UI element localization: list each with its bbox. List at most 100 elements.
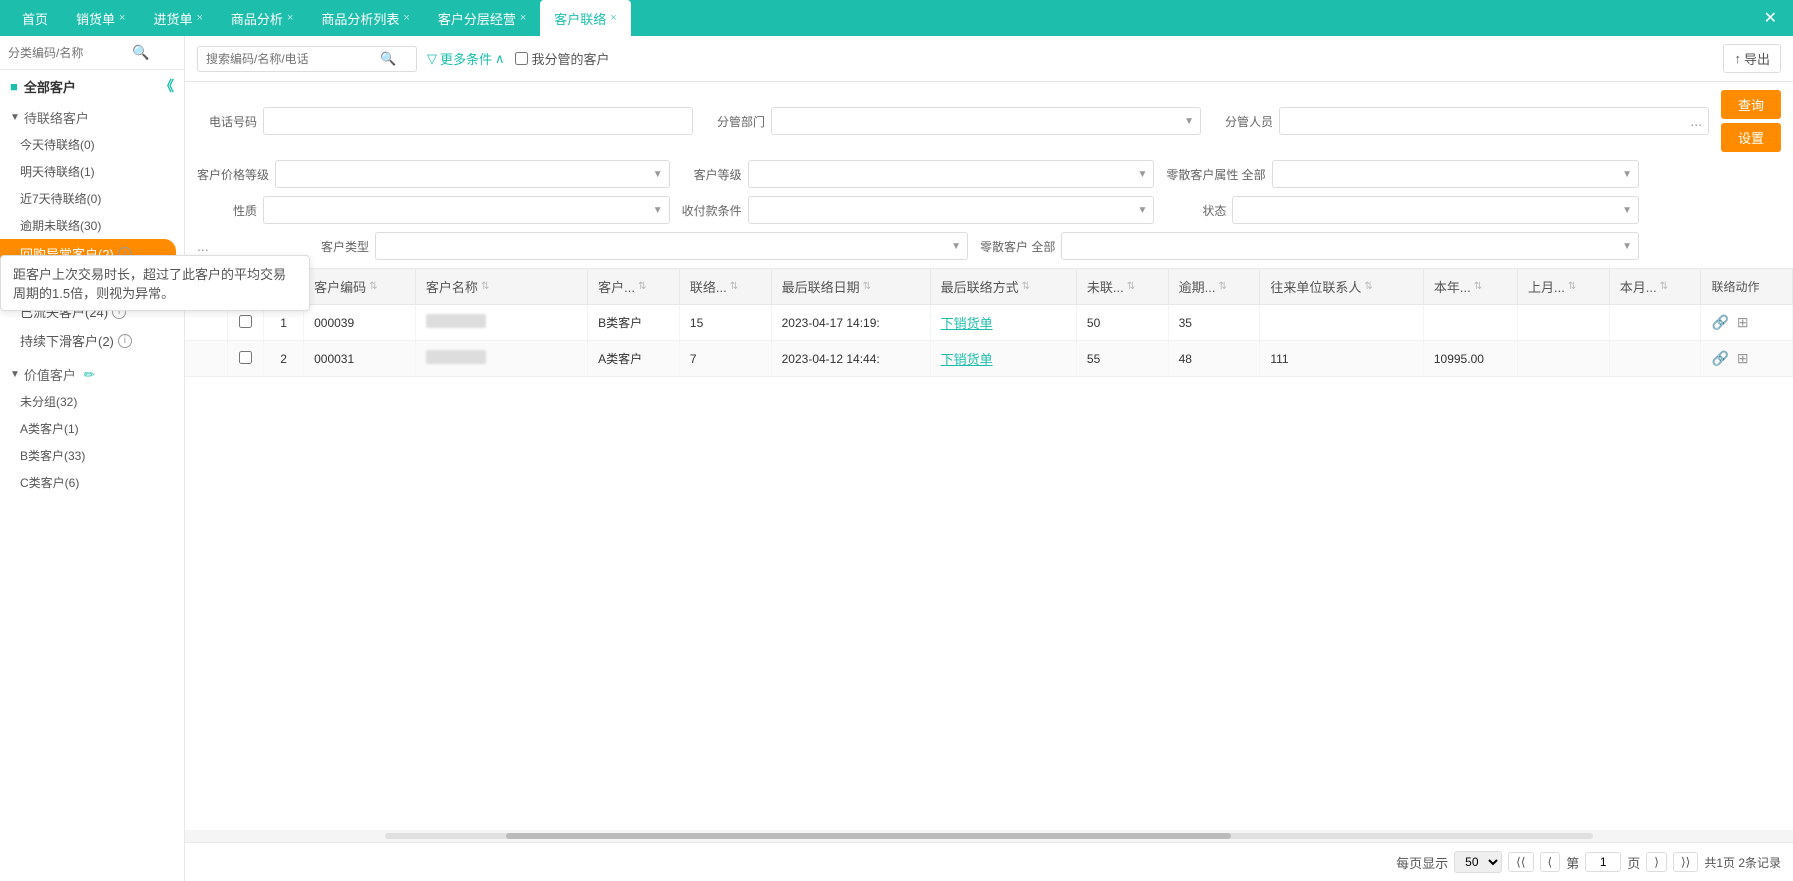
col-no-contact[interactable]: 未联... ⇅ (1076, 269, 1168, 305)
my-customers-checkbox-label[interactable]: 我分管的客户 (515, 49, 610, 68)
nav-close-product-analysis[interactable]: × (287, 12, 293, 24)
sort-last-method-icon[interactable]: ⇅ (1022, 281, 1030, 292)
filter-nature-select[interactable]: ▼ (263, 196, 670, 224)
export-btn[interactable]: ↑ 导出 (1723, 44, 1781, 73)
sidebar-collapse-btn[interactable]: 《 (160, 76, 174, 96)
row2-last-month (1518, 341, 1610, 377)
filter-price-level-select[interactable]: ▼ (275, 160, 670, 188)
col-name[interactable]: 客户名称 ⇅ (415, 269, 587, 305)
sort-this-year-icon[interactable]: ⇅ (1474, 281, 1482, 292)
nav-close-contact[interactable]: × (610, 12, 616, 24)
row1-last-method[interactable]: 下销货单 (930, 305, 1076, 341)
filter-retail-customer-select[interactable]: ▼ (1061, 232, 1639, 260)
query-btn[interactable]: 查询 (1721, 90, 1781, 119)
nav-window-close[interactable]: ✕ (1756, 8, 1785, 28)
next-page-btn[interactable]: ⟩ (1646, 852, 1667, 872)
nav-close-sales[interactable]: × (119, 12, 125, 24)
sidebar-group-pending[interactable]: ▼ 待联络客户 (0, 102, 184, 131)
sort-no-contact-icon[interactable]: ⇅ (1127, 281, 1135, 292)
row2-method-link[interactable]: 下销货单 (941, 352, 993, 367)
nav-product-analysis[interactable]: 商品分析 × (217, 0, 307, 36)
filter-retail-attr-select[interactable]: ▼ (1272, 160, 1639, 188)
last-page-btn[interactable]: ⟩⟩ (1673, 852, 1698, 872)
sidebar-item-today[interactable]: 今天待联络(0) (0, 131, 184, 158)
sidebar-all-customers[interactable]: ■ 全部客户 《 (0, 70, 184, 102)
col-code[interactable]: 客户编码 ⇅ (304, 269, 416, 305)
sort-this-month-icon[interactable]: ⇅ (1660, 281, 1668, 292)
filter-person-select[interactable]: ... (1279, 107, 1709, 135)
filter-row-1: 电话号码 分管部门 ▼ 分管人员 ... (197, 90, 1781, 152)
sort-name-icon[interactable]: ⇅ (481, 281, 489, 292)
nav-close-segmentation[interactable]: × (520, 12, 526, 24)
row2-contact-count: 7 (679, 341, 771, 377)
prev-page-btn[interactable]: ⟨ (1540, 852, 1561, 872)
nav-home[interactable]: 首页 (8, 0, 62, 36)
col-type[interactable]: 客户... ⇅ (588, 269, 680, 305)
col-last-method[interactable]: 最后联络方式 ⇅ (930, 269, 1076, 305)
nav-customer-contact[interactable]: 客户联络 × (540, 0, 630, 36)
main-search-icon[interactable]: 🔍 (380, 51, 396, 67)
col-contact-count[interactable]: 联络... ⇅ (679, 269, 771, 305)
col-this-month[interactable]: 本月... ⇅ (1609, 269, 1701, 305)
per-page-select[interactable]: 50 (1454, 851, 1502, 873)
col-last-date[interactable]: 最后联络日期 ⇅ (771, 269, 930, 305)
horizontal-scrollbar[interactable] (185, 830, 1793, 842)
sidebar-item-declining[interactable]: 持续下滑客户(2) i (0, 326, 184, 355)
sidebar-item-7days[interactable]: 近7天待联络(0) (0, 185, 184, 212)
sidebar-group-value[interactable]: ▼ 价值客户 ✏ (0, 359, 184, 388)
filter-customer-type-select[interactable]: ▼ (375, 232, 968, 260)
sort-type-icon[interactable]: ⇅ (638, 281, 646, 292)
filter-extra-dots-icon[interactable]: ... (197, 238, 209, 254)
row2-last-method[interactable]: 下销货单 (930, 341, 1076, 377)
nav-sales-order[interactable]: 销货单 × (62, 0, 139, 36)
sidebar-item-class-b[interactable]: B类客户(33) (0, 442, 184, 469)
sort-code-icon[interactable]: ⇅ (369, 281, 377, 292)
filter-phone-input[interactable] (263, 107, 693, 135)
sort-last-month-icon[interactable]: ⇅ (1568, 281, 1576, 292)
dots-person-icon[interactable]: ... (1690, 113, 1702, 129)
nav-product-analysis-list[interactable]: 商品分析列表 × (307, 0, 423, 36)
sort-overdue-icon[interactable]: ⇅ (1218, 281, 1226, 292)
sidebar-search-icon[interactable]: 🔍 (132, 44, 149, 61)
sidebar-item-overdue[interactable]: 逾期未联络(30) (0, 212, 184, 239)
sort-contact-person-icon[interactable]: ⇅ (1364, 281, 1372, 292)
nav-purchase-order[interactable]: 进货单 × (139, 0, 216, 36)
first-page-btn[interactable]: ⟨⟨ (1508, 852, 1533, 872)
page-number-input[interactable] (1585, 852, 1621, 872)
col-this-year[interactable]: 本年... ⇅ (1423, 269, 1517, 305)
filter-payment-select[interactable]: ▼ (748, 196, 1155, 224)
my-customers-checkbox[interactable] (515, 52, 528, 65)
table-area[interactable]: ⚙ # 客户编码 ⇅ (185, 269, 1793, 830)
nav-customer-segmentation[interactable]: 客户分层经营 × (424, 0, 540, 36)
more-filters-btn[interactable]: ▽ 更多条件 ∧ (427, 49, 505, 68)
row1-grid-icon[interactable]: ⊞ (1737, 314, 1749, 331)
row1-checkbox[interactable] (239, 315, 252, 328)
sort-contact-count-icon[interactable]: ⇅ (730, 281, 738, 292)
row1-link-icon[interactable]: 🔗 (1711, 314, 1728, 331)
main-search-input[interactable] (206, 52, 376, 66)
filter-customer-level-select[interactable]: ▼ (748, 160, 1155, 188)
col-overdue[interactable]: 逾期... ⇅ (1168, 269, 1260, 305)
sidebar-item-class-c[interactable]: C类客户(6) (0, 469, 184, 496)
hscroll-track[interactable] (385, 833, 1593, 839)
row2-grid-icon[interactable]: ⊞ (1737, 350, 1749, 367)
sidebar-item-tomorrow[interactable]: 明天待联络(1) (0, 158, 184, 185)
row1-method-link[interactable]: 下销货单 (941, 316, 993, 331)
filter-dept-select[interactable]: ▼ (771, 107, 1201, 135)
sidebar-item-unclassified[interactable]: 未分组(32) (0, 388, 184, 415)
sidebar-search-input[interactable] (8, 46, 128, 60)
col-contact-person[interactable]: 往来单位联系人 ⇅ (1260, 269, 1424, 305)
row2-check[interactable] (228, 341, 264, 377)
sidebar-item-class-a[interactable]: A类客户(1) (0, 415, 184, 442)
col-last-month[interactable]: 上月... ⇅ (1518, 269, 1610, 305)
row2-checkbox[interactable] (239, 351, 252, 364)
hscroll-thumb[interactable] (506, 833, 1231, 839)
nav-close-purchase[interactable]: × (196, 12, 202, 24)
info-icon-declining[interactable]: i (118, 334, 132, 348)
row2-link-icon[interactable]: 🔗 (1711, 350, 1728, 367)
edit-value-group-icon[interactable]: ✏ (84, 367, 95, 383)
filter-status-select[interactable]: ▼ (1232, 196, 1639, 224)
nav-close-product-list[interactable]: × (403, 12, 409, 24)
sort-last-date-icon[interactable]: ⇅ (863, 281, 871, 292)
settings-btn[interactable]: 设置 (1721, 123, 1781, 152)
